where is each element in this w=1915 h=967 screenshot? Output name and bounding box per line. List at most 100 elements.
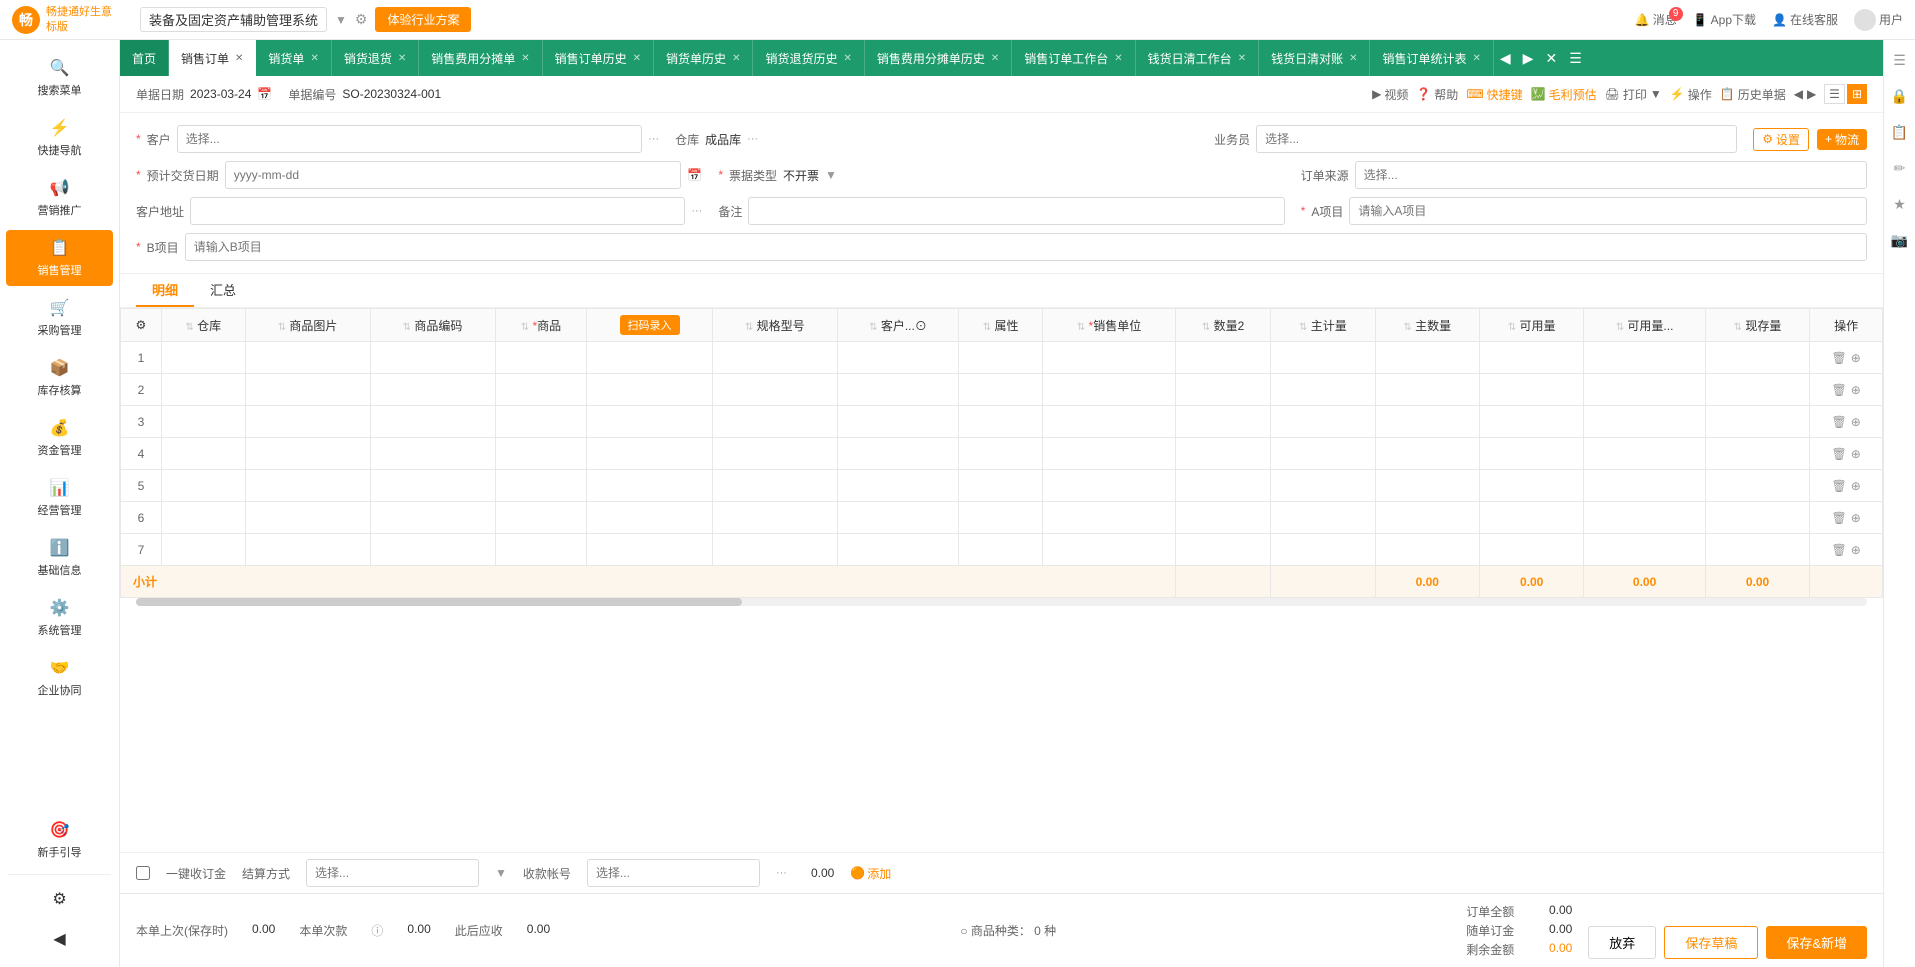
row-1-main-unit[interactable]: [1271, 342, 1375, 374]
row-1-copy-icon[interactable]: ⊕: [1851, 351, 1861, 365]
row-3-attr[interactable]: [959, 406, 1043, 438]
row-2-product[interactable]: [495, 374, 587, 406]
right-sidebar-icon-2[interactable]: 🔒: [1888, 84, 1912, 108]
row-1-available[interactable]: [1479, 342, 1583, 374]
tab-next-btn[interactable]: ▶: [1517, 40, 1540, 76]
row-6-unit[interactable]: [1043, 502, 1176, 534]
row-4-qty2[interactable]: [1176, 438, 1271, 470]
tab-sales-goods[interactable]: 销货单 ✕: [256, 40, 331, 76]
row-3-image[interactable]: [245, 406, 370, 438]
row-2-main-unit[interactable]: [1271, 374, 1375, 406]
sidebar-settings-btn[interactable]: ⚙: [6, 881, 113, 917]
col-settings[interactable]: ⚙: [121, 309, 162, 342]
row-1-code[interactable]: [370, 342, 495, 374]
row-2-available[interactable]: [1479, 374, 1583, 406]
row-4-warehouse[interactable]: [161, 438, 245, 470]
row-6-customer-code[interactable]: [837, 502, 959, 534]
row-4-copy-icon[interactable]: ⊕: [1851, 447, 1861, 461]
tab-daily-workbench[interactable]: 钱货日清工作台 ✕: [1136, 40, 1259, 76]
operations-btn[interactable]: ⚡ 操作: [1670, 86, 1712, 103]
row-1-product[interactable]: [495, 342, 587, 374]
right-sidebar-icon-1[interactable]: ☰: [1888, 48, 1912, 72]
row-7-available[interactable]: [1479, 534, 1583, 566]
sidebar-item-sales[interactable]: 📋 销售管理: [6, 230, 113, 286]
sidebar-item-search[interactable]: 🔍 搜索菜单: [6, 50, 113, 106]
row-6-copy-icon[interactable]: ⊕: [1851, 511, 1861, 525]
row-2-warehouse[interactable]: [161, 374, 245, 406]
row-6-main-unit[interactable]: [1271, 502, 1375, 534]
right-sidebar-icon-6[interactable]: 📷: [1888, 228, 1912, 252]
row-2-unit[interactable]: [1043, 374, 1176, 406]
row-1-warehouse[interactable]: [161, 342, 245, 374]
invoice-dropdown-icon[interactable]: ▼: [825, 168, 837, 182]
row-7-stock[interactable]: [1705, 534, 1809, 566]
prev-record-icon[interactable]: ◀: [1794, 87, 1803, 101]
tab-close-sales-expense[interactable]: ✕: [521, 53, 529, 64]
tab-prev-btn[interactable]: ◀: [1494, 40, 1517, 76]
horizontal-scrollbar[interactable]: [136, 598, 1867, 606]
account-input[interactable]: [587, 859, 760, 887]
row-6-warehouse[interactable]: [161, 502, 245, 534]
sidebar-item-system[interactable]: ⚙️ 系统管理: [6, 590, 113, 646]
row-5-code[interactable]: [370, 470, 495, 502]
row-2-main-qty[interactable]: [1375, 374, 1479, 406]
row-6-code[interactable]: [370, 502, 495, 534]
row-2-available2[interactable]: [1584, 374, 1706, 406]
tab-close-daily-workbench[interactable]: ✕: [1238, 53, 1246, 64]
row-2-qty2[interactable]: [1176, 374, 1271, 406]
order-source-input[interactable]: [1355, 161, 1867, 189]
row-4-code[interactable]: [370, 438, 495, 470]
row-1-main-qty[interactable]: [1375, 342, 1479, 374]
shortcut-btn[interactable]: ⌨ 快捷键: [1466, 86, 1522, 103]
row-6-stock[interactable]: [1705, 502, 1809, 534]
row-4-image[interactable]: [245, 438, 370, 470]
row-2-spec[interactable]: [712, 374, 837, 406]
tab-home[interactable]: 首页: [120, 40, 169, 76]
row-2-delete-icon[interactable]: 🗑: [1831, 383, 1846, 397]
profit-btn[interactable]: 💹 毛利预估: [1531, 86, 1597, 103]
a-project-input[interactable]: [1349, 197, 1867, 225]
next-record-icon[interactable]: ▶: [1807, 87, 1816, 101]
delivery-calendar-icon[interactable]: 📅: [687, 168, 702, 182]
row-6-available2[interactable]: [1584, 502, 1706, 534]
row-2-code[interactable]: [370, 374, 495, 406]
scan-btn[interactable]: 扫码录入: [620, 315, 680, 335]
row-3-copy-icon[interactable]: ⊕: [1851, 415, 1861, 429]
online-service-btn[interactable]: 👤 在线客服: [1772, 11, 1838, 28]
row-4-attr[interactable]: [959, 438, 1043, 470]
tab-close-sales-order[interactable]: ✕: [235, 53, 243, 64]
tab-close-sales-stats[interactable]: ✕: [1473, 53, 1481, 64]
tab-goods-history[interactable]: 销货单历史 ✕: [654, 40, 753, 76]
history-btn[interactable]: 📋 历史单据: [1720, 86, 1786, 103]
account-more-btn[interactable]: ···: [776, 867, 787, 879]
tab-sales-stats[interactable]: 销售订单统计表 ✕: [1370, 40, 1493, 76]
tab-sales-return[interactable]: 销货退货 ✕: [332, 40, 419, 76]
tab-expense-history[interactable]: 销售费用分摊单历史 ✕: [865, 40, 1012, 76]
row-7-customer-code[interactable]: [837, 534, 959, 566]
row-4-product[interactable]: [495, 438, 587, 470]
row-3-main-unit[interactable]: [1271, 406, 1375, 438]
row-3-code[interactable]: [370, 406, 495, 438]
sidebar-item-marketing[interactable]: 📢 营销推广: [6, 170, 113, 226]
tab-sales-expense[interactable]: 销售费用分摊单 ✕: [419, 40, 542, 76]
tab-daily-reconcile[interactable]: 钱货日清对账 ✕: [1259, 40, 1370, 76]
discard-btn[interactable]: 放弃: [1588, 926, 1656, 959]
row-2-image[interactable]: [245, 374, 370, 406]
tab-sales-order-history[interactable]: 销售订单历史 ✕: [543, 40, 654, 76]
row-5-attr[interactable]: [959, 470, 1043, 502]
row-3-spec[interactable]: [712, 406, 837, 438]
row-5-product[interactable]: [495, 470, 587, 502]
sidebar-item-quicknav[interactable]: ⚡ 快捷导航: [6, 110, 113, 166]
address-more-btn[interactable]: ···: [691, 205, 702, 217]
notes-input[interactable]: [748, 197, 1284, 225]
row-7-main-qty[interactable]: [1375, 534, 1479, 566]
row-7-available2[interactable]: [1584, 534, 1706, 566]
tab-close-daily-reconcile[interactable]: ✕: [1349, 53, 1357, 64]
row-6-image[interactable]: [245, 502, 370, 534]
right-sidebar-icon-3[interactable]: 📋: [1888, 120, 1912, 144]
row-5-qty2[interactable]: [1176, 470, 1271, 502]
address-input[interactable]: [190, 197, 685, 225]
row-4-spec[interactable]: [712, 438, 837, 470]
tab-close-goods-history[interactable]: ✕: [732, 53, 740, 64]
row-4-main-qty[interactable]: [1375, 438, 1479, 470]
